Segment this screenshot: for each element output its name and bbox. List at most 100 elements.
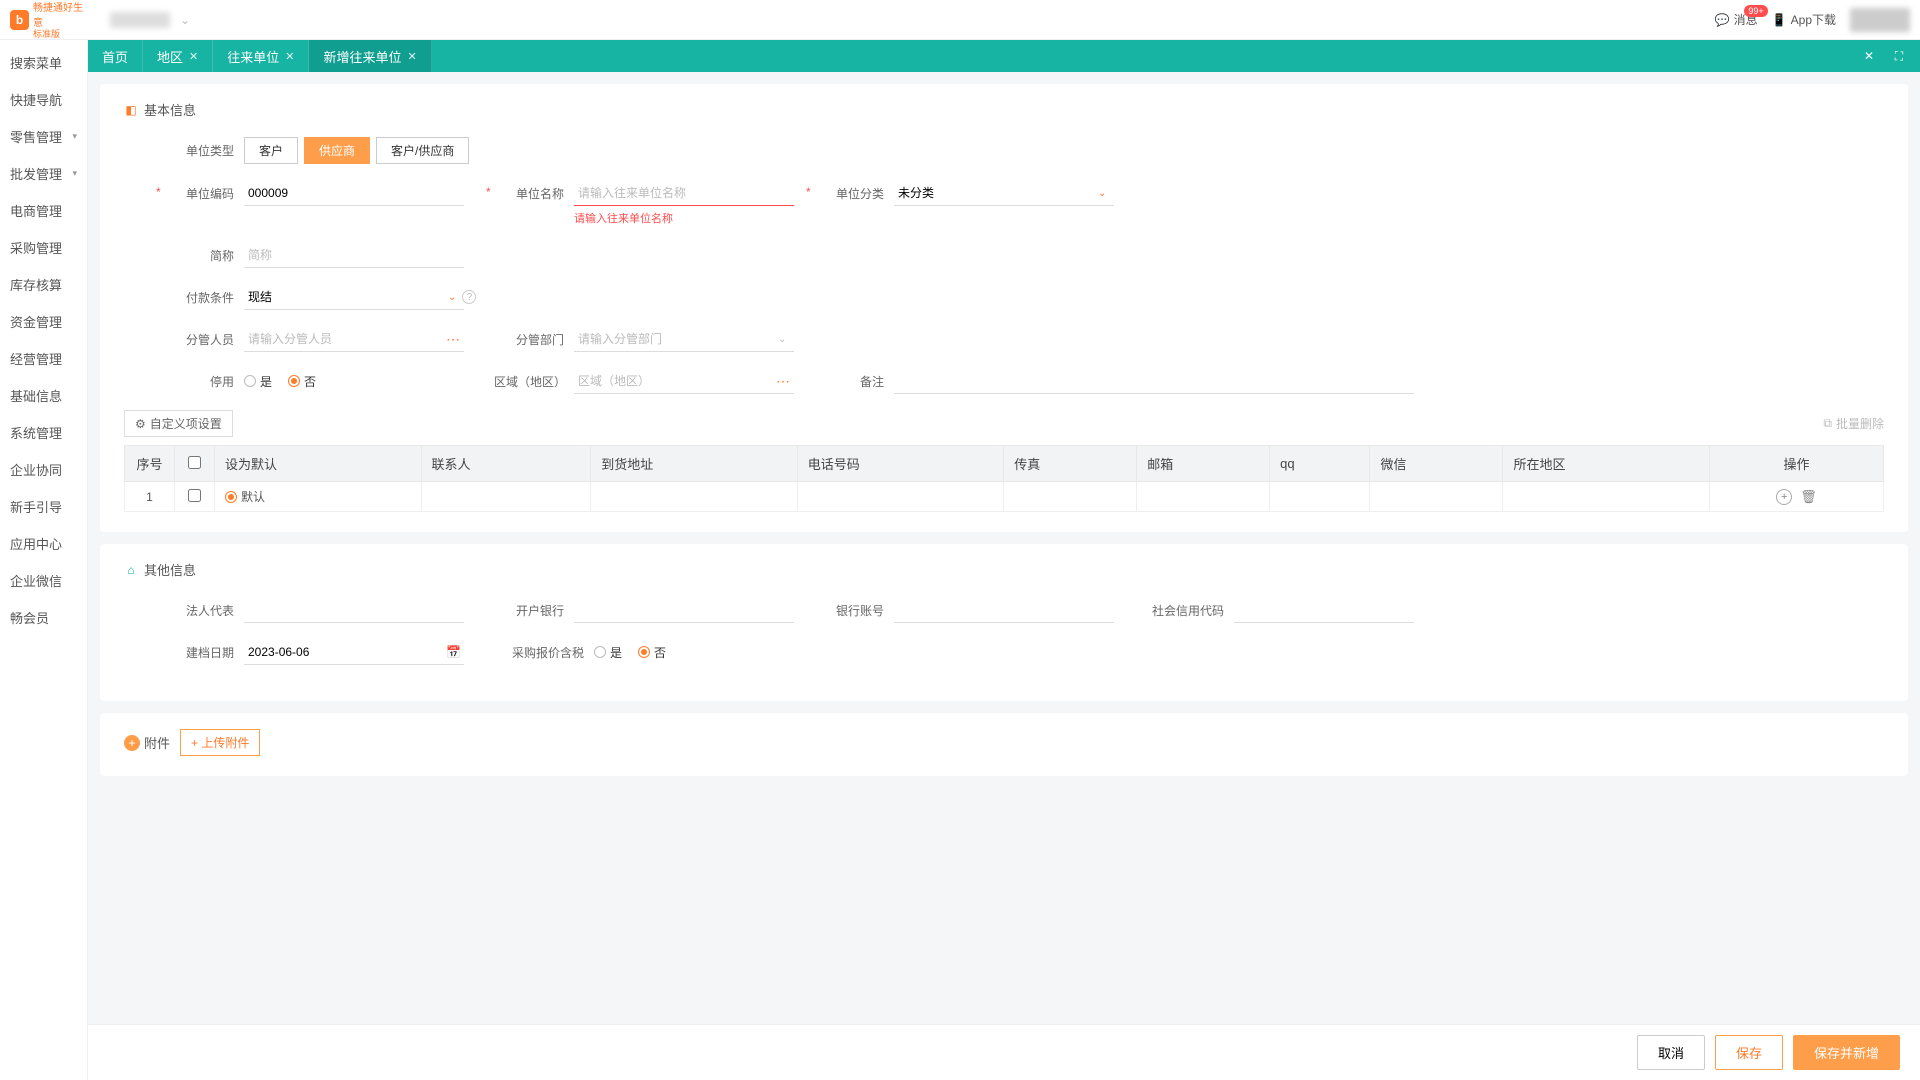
sidebar-item[interactable]: 搜索菜单	[0, 44, 87, 81]
copy-icon: ⧉	[1823, 416, 1832, 431]
sidebar-item[interactable]: 采购管理	[0, 229, 87, 266]
bank-account-input[interactable]	[894, 597, 1114, 623]
purchase-tax-no-radio[interactable]: 否	[638, 644, 666, 661]
payment-terms-select[interactable]	[244, 284, 464, 310]
region-label: 区域（地区）	[494, 373, 564, 390]
social-credit-input[interactable]	[1234, 597, 1414, 623]
calendar-icon[interactable]: 📅	[446, 645, 461, 659]
remark-label: 备注	[814, 373, 884, 390]
chevron-down-icon: ⌄	[1098, 188, 1106, 199]
unit-type-option[interactable]: 客户/供应商	[376, 137, 469, 164]
cancel-button[interactable]: 取消	[1637, 1035, 1705, 1070]
sidebar-item[interactable]: 企业协同	[0, 451, 87, 488]
unit-type-option[interactable]: 供应商	[304, 137, 370, 164]
unit-code-input[interactable]	[244, 180, 464, 206]
remark-input[interactable]	[894, 368, 1414, 394]
region-cell[interactable]	[1503, 482, 1710, 512]
assigned-dept-select[interactable]	[574, 326, 794, 352]
disabled-no-radio[interactable]: 否	[288, 373, 316, 390]
close-all-tabs-button[interactable]: ✕	[1858, 45, 1880, 67]
select-all-checkbox[interactable]	[188, 456, 201, 469]
unit-name-error: 请输入往来单位名称	[574, 210, 673, 226]
unit-code-label: 单位编码	[164, 185, 234, 202]
bank-input[interactable]	[574, 597, 794, 623]
sidebar-item[interactable]: 电商管理	[0, 192, 87, 229]
purchase-tax-yes-radio[interactable]: 是	[594, 644, 622, 661]
add-row-icon[interactable]: +	[1776, 489, 1792, 505]
unit-type-label: 单位类型	[164, 142, 234, 159]
unit-type-option[interactable]: 客户	[244, 137, 298, 164]
disabled-radio-group: 是 否	[244, 373, 316, 390]
tab[interactable]: 新增往来单位✕	[309, 40, 431, 72]
sidebar-item[interactable]: 新手引导	[0, 488, 87, 525]
assigned-person-input[interactable]	[244, 326, 464, 352]
sidebar-item[interactable]: 基础信息	[0, 377, 87, 414]
disabled-yes-radio[interactable]: 是	[244, 373, 272, 390]
help-icon[interactable]: ?	[462, 290, 476, 304]
unit-name-input[interactable]	[574, 180, 794, 206]
sidebar-item[interactable]: 畅会员	[0, 599, 87, 636]
table-header: 操作	[1709, 446, 1883, 482]
unit-category-label: 单位分类	[814, 185, 884, 202]
section-icon: ◧	[124, 103, 138, 117]
fullscreen-button[interactable]: ⛶	[1888, 45, 1910, 67]
contact-cell[interactable]	[421, 482, 591, 512]
sidebar-item[interactable]: 快捷导航	[0, 81, 87, 118]
table-header: 传真	[1004, 446, 1137, 482]
sidebar-item[interactable]: 零售管理▾	[0, 118, 87, 155]
basic-info-title: ◧ 基本信息	[124, 100, 1884, 119]
default-radio[interactable]: 默认	[225, 488, 265, 505]
main-content: ◧ 基本信息 单位类型 客户供应商客户/供应商 单位编码 单位名称 请输入往来单…	[88, 72, 1920, 1026]
more-icon[interactable]: ⋯	[776, 373, 789, 390]
tab[interactable]: 首页	[88, 40, 143, 72]
contact-table: 序号设为默认联系人到货地址电话号码传真邮箱qq微信所在地区操作 1 默认 +🗑	[124, 445, 1884, 512]
qq-cell[interactable]	[1270, 482, 1370, 512]
fax-cell[interactable]	[1004, 482, 1137, 512]
assigned-dept-label: 分管部门	[494, 331, 564, 348]
basic-info-label: 基本信息	[144, 100, 196, 119]
messages-button[interactable]: 💬 消息 99+	[1715, 11, 1758, 28]
address-cell[interactable]	[591, 482, 798, 512]
company-selector[interactable]: ⌄	[110, 12, 190, 28]
table-header: qq	[1270, 446, 1370, 482]
save-and-new-button[interactable]: 保存并新增	[1793, 1035, 1900, 1070]
more-icon[interactable]: ⋯	[446, 331, 459, 348]
archive-date-input[interactable]	[244, 639, 464, 665]
table-header: 电话号码	[797, 446, 1004, 482]
sidebar: 搜索菜单快捷导航零售管理▾批发管理▾电商管理采购管理库存核算资金管理经营管理基础…	[0, 40, 88, 1080]
upload-attachment-button[interactable]: + 上传附件	[180, 729, 260, 756]
short-name-input[interactable]	[244, 242, 464, 268]
sidebar-item[interactable]: 企业微信	[0, 562, 87, 599]
close-icon[interactable]: ✕	[189, 50, 198, 63]
user-avatar-blurred[interactable]	[1850, 8, 1910, 32]
sidebar-item[interactable]: 经营管理	[0, 340, 87, 377]
sidebar-item[interactable]: 批发管理▾	[0, 155, 87, 192]
save-button[interactable]: 保存	[1715, 1035, 1783, 1070]
batch-delete-button[interactable]: ⧉ 批量删除	[1823, 415, 1884, 432]
tab[interactable]: 往来单位✕	[213, 40, 309, 72]
assigned-person-label: 分管人员	[164, 331, 234, 348]
delete-row-icon[interactable]: 🗑	[1800, 489, 1817, 505]
sidebar-item[interactable]: 系统管理	[0, 414, 87, 451]
row-checkbox[interactable]	[188, 489, 201, 502]
custom-settings-button[interactable]: ⚙ 自定义项设置	[124, 410, 233, 437]
sidebar-item[interactable]: 库存核算	[0, 266, 87, 303]
unit-category-select[interactable]	[894, 180, 1114, 206]
logo-icon: b	[10, 10, 29, 30]
email-cell[interactable]	[1137, 482, 1270, 512]
close-icon[interactable]: ✕	[408, 50, 417, 63]
app-download-button[interactable]: 📱 App下载	[1772, 11, 1836, 28]
close-icon[interactable]: ✕	[285, 50, 294, 63]
legal-rep-input[interactable]	[244, 597, 464, 623]
table-header: 所在地区	[1503, 446, 1710, 482]
phone-cell[interactable]	[797, 482, 1004, 512]
wechat-cell[interactable]	[1370, 482, 1503, 512]
bank-label: 开户银行	[494, 602, 564, 619]
tab[interactable]: 地区✕	[143, 40, 213, 72]
phone-icon: 📱	[1772, 13, 1787, 27]
sidebar-item[interactable]: 资金管理	[0, 303, 87, 340]
sidebar-item[interactable]: 应用中心	[0, 525, 87, 562]
gear-icon: ⚙	[135, 417, 146, 431]
region-input[interactable]	[574, 368, 794, 394]
chevron-down-icon: ▾	[72, 131, 77, 142]
